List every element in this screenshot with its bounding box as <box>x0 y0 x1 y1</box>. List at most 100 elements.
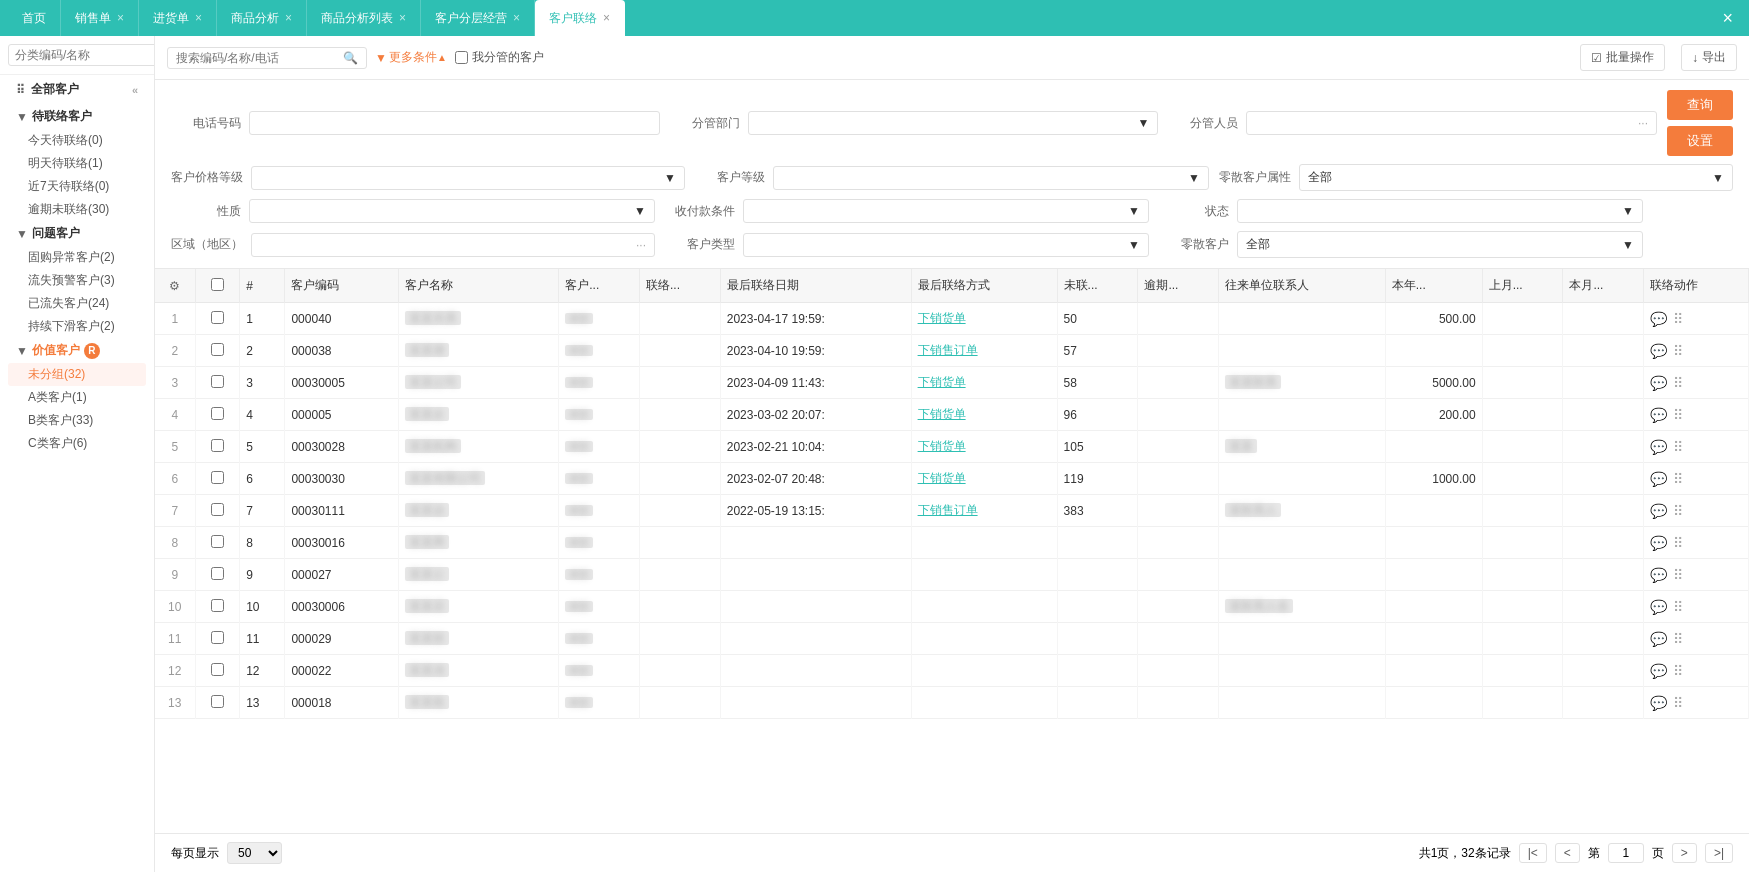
more-icon[interactable]: ⠿ <box>1673 471 1683 487</box>
tab-customer-contact[interactable]: 客户联络 × <box>535 0 625 36</box>
more-icon[interactable]: ⠿ <box>1673 503 1683 519</box>
retail-customer-select[interactable]: 全部 ▼ <box>1237 231 1643 258</box>
more-icon[interactable]: ⠿ <box>1673 311 1683 327</box>
row-overdue <box>1138 591 1219 623</box>
tab-purchase[interactable]: 进货单 × <box>139 0 217 36</box>
customer-type-select[interactable]: ▼ <box>743 233 1149 257</box>
last-page-button[interactable]: >| <box>1705 843 1733 863</box>
chat-icon[interactable]: 💬 <box>1650 343 1667 359</box>
sidebar-all-customers[interactable]: ⠿ 全部客户 « <box>8 75 146 104</box>
retail-attr-select[interactable]: 全部 ▼ <box>1299 164 1733 191</box>
row-contact <box>640 687 721 719</box>
more-icon[interactable]: ⠿ <box>1673 567 1683 583</box>
tab-product-analysis[interactable]: 商品分析 × <box>217 0 307 36</box>
customer-level-select[interactable]: ▼ <box>773 166 1209 190</box>
dept-select[interactable]: ▼ <box>748 111 1159 135</box>
manager-select[interactable]: ··· <box>1246 111 1657 135</box>
sidebar-collapse-icon[interactable]: « <box>132 84 138 96</box>
payment-select[interactable]: ▼ <box>743 199 1149 223</box>
chat-icon[interactable]: 💬 <box>1650 567 1667 583</box>
more-icon[interactable]: ⠿ <box>1673 375 1683 391</box>
sidebar-group-value-customer[interactable]: ▼ 价值客户 R <box>8 338 146 363</box>
export-button[interactable]: ↓ 导出 <box>1681 44 1737 71</box>
tab-home[interactable]: 首页 <box>8 0 61 36</box>
sidebar-item-churn-risk[interactable]: 流失预警客户(3) <box>8 269 146 292</box>
more-icon[interactable]: ⠿ <box>1673 663 1683 679</box>
row-last-month <box>1482 591 1563 623</box>
tab-customer-segment[interactable]: 客户分层经营 × <box>421 0 535 36</box>
row-partner <box>1219 623 1386 655</box>
sidebar-problem-label: 问题客户 <box>32 225 80 242</box>
more-icon[interactable]: ⠿ <box>1673 631 1683 647</box>
chat-icon[interactable]: 💬 <box>1650 663 1667 679</box>
page-suffix-label: 页 <box>1652 845 1664 862</box>
phone-input[interactable] <box>249 111 660 135</box>
prev-page-button[interactable]: < <box>1555 843 1580 863</box>
query-button[interactable]: 查询 <box>1667 90 1733 120</box>
price-level-select[interactable]: ▼ <box>251 166 685 190</box>
per-page-select[interactable]: 50 20 100 <box>227 842 282 864</box>
col-last-month: 上月... <box>1482 269 1563 303</box>
more-icon[interactable]: ⠿ <box>1673 343 1683 359</box>
chat-icon[interactable]: 💬 <box>1650 471 1667 487</box>
row-partner <box>1219 527 1386 559</box>
row-last-date <box>720 591 911 623</box>
chat-icon[interactable]: 💬 <box>1650 503 1667 519</box>
more-icon[interactable]: ⠿ <box>1673 695 1683 711</box>
gender-select[interactable]: ▼ <box>249 199 655 223</box>
sidebar-item-overdue[interactable]: 逾期未联络(30) <box>8 198 146 221</box>
sidebar-item-persistent-low[interactable]: 持续下滑客户(2) <box>8 315 146 338</box>
tab-sales-close[interactable]: × <box>117 11 124 25</box>
filter-search-input[interactable] <box>176 51 343 65</box>
select-all-checkbox[interactable] <box>211 278 224 291</box>
sidebar-group-pending-contact[interactable]: ▼ 待联络客户 <box>8 104 146 129</box>
tab-product-analysis-list[interactable]: 商品分析列表 × <box>307 0 421 36</box>
more-icon[interactable]: ⠿ <box>1673 407 1683 423</box>
my-customers-checkbox[interactable] <box>455 51 468 64</box>
next-page-button[interactable]: > <box>1672 843 1697 863</box>
sidebar-group-problem-customers[interactable]: ▼ 问题客户 <box>8 221 146 246</box>
sidebar-item-ungrouped[interactable]: 未分组(32) <box>8 363 146 386</box>
sidebar-item-abnormal[interactable]: 固购异常客户(2) <box>8 246 146 269</box>
sidebar-item-a-customers[interactable]: A类客户(1) <box>8 386 146 409</box>
chat-icon[interactable]: 💬 <box>1650 375 1667 391</box>
status-select[interactable]: ▼ <box>1237 199 1643 223</box>
chat-icon[interactable]: 💬 <box>1650 535 1667 551</box>
chat-icon[interactable]: 💬 <box>1650 695 1667 711</box>
row-last-month <box>1482 527 1563 559</box>
sidebar-item-today[interactable]: 今天待联络(0) <box>8 129 146 152</box>
tab-customer-segment-close[interactable]: × <box>513 11 520 25</box>
sidebar-search-input[interactable] <box>8 44 155 66</box>
more-icon[interactable]: ⠿ <box>1673 535 1683 551</box>
tab-sales[interactable]: 销售单 × <box>61 0 139 36</box>
chat-icon[interactable]: 💬 <box>1650 631 1667 647</box>
chat-icon[interactable]: 💬 <box>1650 439 1667 455</box>
row-index: 8 <box>240 527 285 559</box>
more-icon[interactable]: ⠿ <box>1673 599 1683 615</box>
batch-operations-button[interactable]: ☑ 批量操作 <box>1580 44 1665 71</box>
sidebar-item-week[interactable]: 近7天待联络(0) <box>8 175 146 198</box>
sidebar-item-c-customers[interactable]: C类客户(6) <box>8 432 146 455</box>
chat-icon[interactable]: 💬 <box>1650 599 1667 615</box>
area-select[interactable]: ··· <box>251 233 655 257</box>
chat-icon[interactable]: 💬 <box>1650 311 1667 327</box>
tab-close-all-button[interactable]: × <box>1714 8 1741 29</box>
tab-product-analysis-list-close[interactable]: × <box>399 11 406 25</box>
sidebar-item-lost[interactable]: 已流失客户(24) <box>8 292 146 315</box>
row-partner <box>1219 655 1386 687</box>
tab-product-analysis-close[interactable]: × <box>285 11 292 25</box>
search-icon[interactable]: 🔍 <box>343 51 358 65</box>
row-actions: 💬 ⠿ <box>1644 527 1749 559</box>
tab-customer-contact-close[interactable]: × <box>603 11 610 25</box>
filter-more-conditions[interactable]: ▼ 更多条件 ▲ <box>375 49 447 66</box>
filter-my-customers[interactable]: 我分管的客户 <box>455 49 544 66</box>
col-setting[interactable]: ⚙ <box>155 269 195 303</box>
sidebar-item-tomorrow[interactable]: 明天待联络(1) <box>8 152 146 175</box>
sidebar-item-b-customers[interactable]: B类客户(33) <box>8 409 146 432</box>
reset-button[interactable]: 设置 <box>1667 126 1733 156</box>
chat-icon[interactable]: 💬 <box>1650 407 1667 423</box>
page-input[interactable] <box>1608 843 1644 863</box>
tab-purchase-close[interactable]: × <box>195 11 202 25</box>
first-page-button[interactable]: |< <box>1519 843 1547 863</box>
more-icon[interactable]: ⠿ <box>1673 439 1683 455</box>
